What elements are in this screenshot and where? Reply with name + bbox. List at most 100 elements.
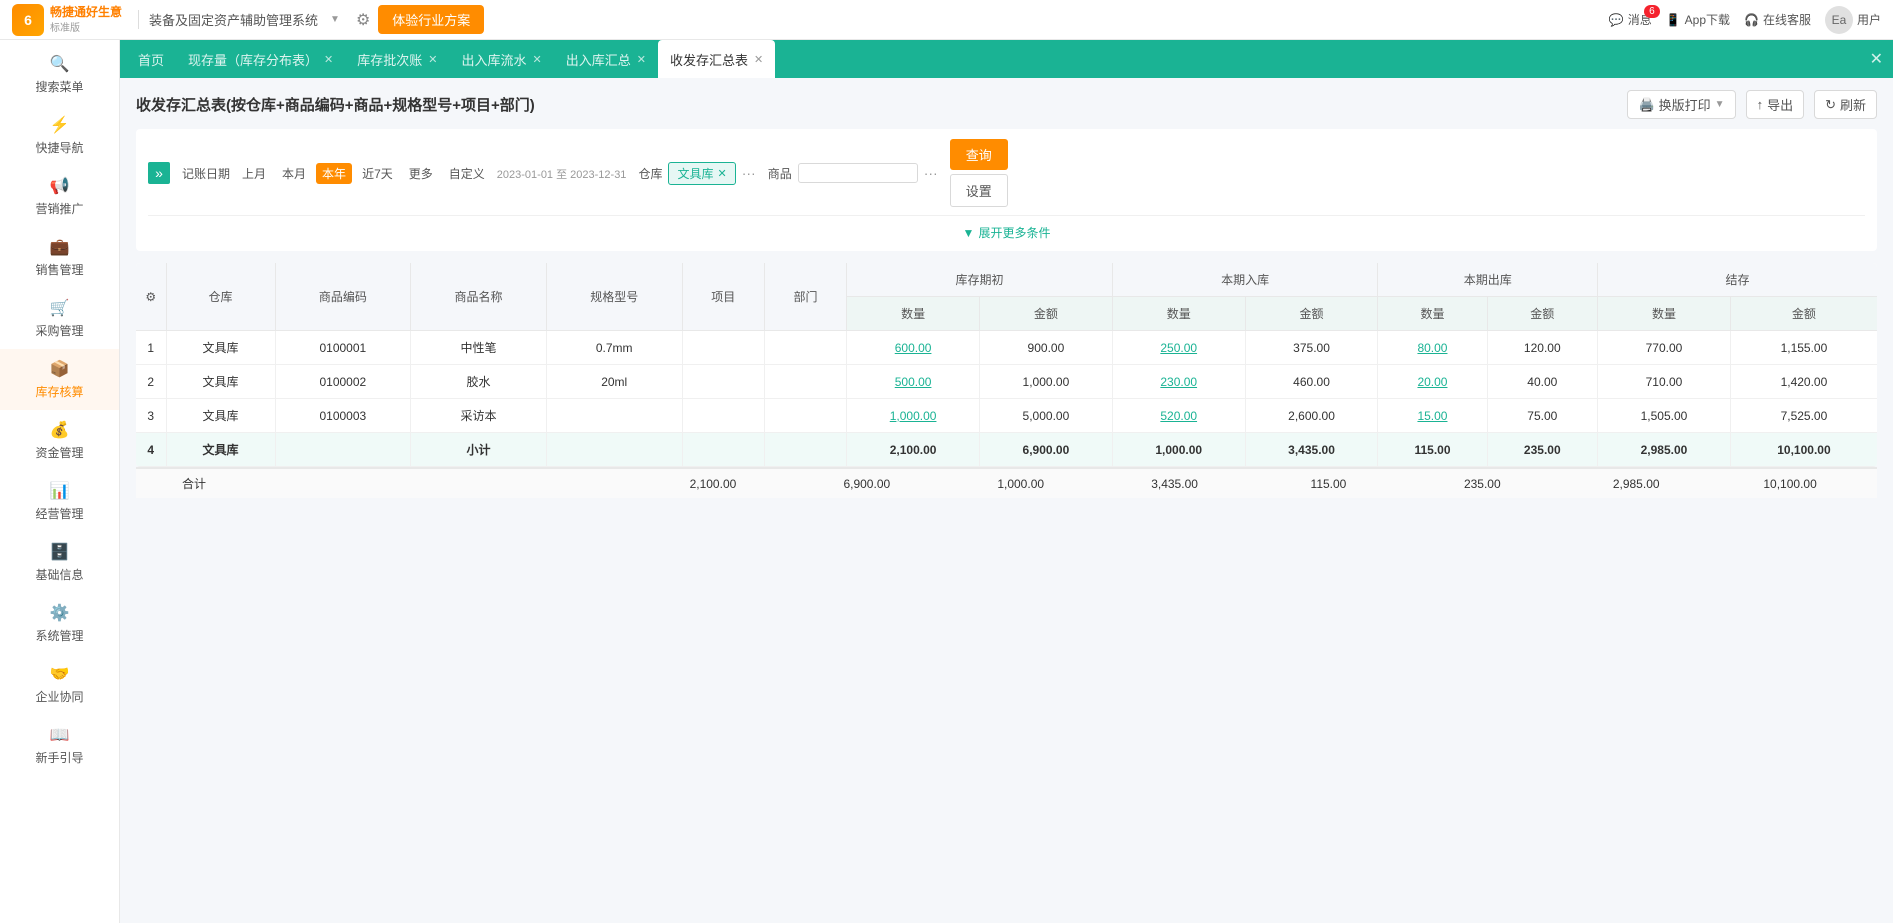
tab-bar-close-icon[interactable]: ✕: [1870, 49, 1883, 69]
row-in-qty[interactable]: 250.00: [1112, 331, 1245, 365]
warehouse-label: 仓库: [638, 165, 662, 182]
row-closing-qty: 1,505.00: [1598, 399, 1731, 433]
goods-input[interactable]: [798, 163, 918, 183]
sidebar-item-guide[interactable]: 📖 新手引导: [0, 715, 119, 776]
sidebar-item-basics[interactable]: 🗄️ 基础信息: [0, 532, 119, 593]
table-row: 4文具库小计2,100.006,900.001,000.003,435.0011…: [136, 433, 1877, 467]
tab-home[interactable]: 首页: [126, 40, 176, 78]
row-opening-qty-link[interactable]: 600.00: [895, 341, 932, 355]
page-content: 收发存汇总表(按仓库+商品编码+商品+规格型号+项目+部门) 🖨️ 换版打印 ▼…: [120, 78, 1893, 923]
sidebar-item-collab[interactable]: 🤝 企业协同: [0, 654, 119, 715]
date-btn-custom[interactable]: 自定义: [443, 163, 491, 184]
row-name: 采访本: [411, 399, 547, 433]
row-opening-qty-link[interactable]: 500.00: [895, 375, 932, 389]
export-button[interactable]: ↑ 导出: [1746, 90, 1805, 119]
tab-close-summary[interactable]: ✕: [637, 53, 646, 66]
system-dropdown-icon[interactable]: ▼: [330, 14, 340, 25]
print-button[interactable]: 🖨️ 换版打印 ▼: [1627, 90, 1735, 119]
date-range: 2023-01-01 至 2023-12-31: [497, 166, 627, 182]
sidebar-item-marketing[interactable]: 📢 营销推广: [0, 166, 119, 227]
warehouse-ellipsis[interactable]: ···: [742, 165, 756, 181]
export-icon: ↑: [1757, 97, 1764, 112]
row-opening-amt: 5,000.00: [980, 399, 1113, 433]
date-btn-this-year[interactable]: 本年: [316, 163, 352, 184]
messages-button[interactable]: 💬 消息 6: [1609, 11, 1652, 28]
row-opening-qty-link[interactable]: 1,000.00: [890, 409, 937, 423]
row-out-qty[interactable]: 80.00: [1378, 331, 1487, 365]
sidebar-item-purchase[interactable]: 🛒 采购管理: [0, 288, 119, 349]
row-name: 小计: [411, 433, 547, 467]
row-in-qty-link[interactable]: 250.00: [1160, 341, 1197, 355]
online-service-button[interactable]: 🎧 在线客服: [1744, 11, 1811, 28]
row-out-qty-link[interactable]: 20.00: [1417, 375, 1447, 389]
filter-expand-button[interactable]: »: [148, 162, 170, 184]
row-in-qty[interactable]: 230.00: [1112, 365, 1245, 399]
sidebar-label-inventory: 库存核算: [35, 383, 83, 400]
top-bar-right: 💬 消息 6 📱 App下载 🎧 在线客服 Ea 用户: [1609, 6, 1881, 34]
row-in-qty[interactable]: 1,000.00: [1112, 433, 1245, 467]
tab-flow[interactable]: 出入库流水 ✕: [449, 40, 553, 78]
expand-more-button[interactable]: ▼ 展开更多条件: [148, 224, 1865, 241]
total-in-qty: 1,000.00: [944, 477, 1098, 491]
sidebar-item-inventory[interactable]: 📦 库存核算: [0, 349, 119, 410]
tab-close-flow[interactable]: ✕: [533, 53, 542, 66]
settings-icon[interactable]: ⚙: [356, 10, 370, 30]
row-in-amt: 3,435.00: [1245, 433, 1378, 467]
sidebar-label-collab: 企业协同: [35, 688, 83, 705]
filter-area: » 记账日期 上月 本月 本年 近7天 更多 自定义 2023-0: [136, 129, 1877, 251]
warehouse-tag-close[interactable]: ✕: [717, 167, 726, 180]
tab-rfs[interactable]: 收发存汇总表 ✕: [658, 40, 775, 78]
filter-row: » 记账日期 上月 本月 本年 近7天 更多 自定义 2023-0: [148, 139, 1865, 207]
app-download-button[interactable]: 📱 App下载: [1666, 11, 1730, 28]
data-table: ⚙ 仓库 商品编码 商品名称 规格型号 项目 部门 库存期初 本期入库 本期出: [136, 263, 1877, 467]
sidebar-item-search[interactable]: 🔍 搜索菜单: [0, 44, 119, 105]
logo-text: 畅捷通好生意: [50, 5, 122, 19]
settings-gear-icon[interactable]: ⚙: [145, 290, 156, 304]
row-out-qty[interactable]: 20.00: [1378, 365, 1487, 399]
row-opening-qty[interactable]: 2,100.00: [847, 433, 980, 467]
row-opening-qty[interactable]: 600.00: [847, 331, 980, 365]
row-in-qty[interactable]: 520.00: [1112, 399, 1245, 433]
table-body: 1文具库0100001中性笔0.7mm600.00900.00250.00375…: [136, 331, 1877, 467]
date-btn-7days[interactable]: 近7天: [356, 163, 399, 184]
sidebar-item-system[interactable]: ⚙️ 系统管理: [0, 593, 119, 654]
tab-close-stock-dist[interactable]: ✕: [324, 53, 333, 66]
table-row: 1文具库0100001中性笔0.7mm600.00900.00250.00375…: [136, 331, 1877, 365]
settings-button[interactable]: 设置: [950, 174, 1008, 207]
tab-bar: 首页 现存量（库存分布表） ✕ 库存批次账 ✕ 出入库流水 ✕ 出入库汇总 ✕: [120, 40, 1893, 78]
date-btn-more[interactable]: 更多: [403, 163, 439, 184]
goods-ellipsis[interactable]: ···: [924, 165, 938, 181]
row-out-qty-link[interactable]: 80.00: [1417, 341, 1447, 355]
goods-search-input[interactable]: [807, 166, 907, 180]
table-header-row-1: ⚙ 仓库 商品编码 商品名称 规格型号 项目 部门 库存期初 本期入库 本期出: [136, 263, 1877, 297]
sidebar-label-basics: 基础信息: [35, 566, 83, 583]
row-spec: 20ml: [546, 365, 682, 399]
tab-close-batch[interactable]: ✕: [428, 53, 437, 66]
sidebar-item-operations[interactable]: 📊 经营管理: [0, 471, 119, 532]
print-dropdown-icon[interactable]: ▼: [1715, 99, 1725, 110]
row-out-qty[interactable]: 115.00: [1378, 433, 1487, 467]
trial-button[interactable]: 体验行业方案: [378, 5, 484, 34]
query-button[interactable]: 查询: [950, 139, 1008, 170]
page-header: 收发存汇总表(按仓库+商品编码+商品+规格型号+项目+部门) 🖨️ 换版打印 ▼…: [136, 90, 1877, 119]
tab-batch[interactable]: 库存批次账 ✕: [345, 40, 449, 78]
logo-icon: 6: [12, 4, 44, 36]
row-opening-qty[interactable]: 1,000.00: [847, 399, 980, 433]
tab-summary[interactable]: 出入库汇总 ✕: [554, 40, 658, 78]
date-btn-this-month[interactable]: 本月: [276, 163, 312, 184]
row-in-qty-link[interactable]: 520.00: [1160, 409, 1197, 423]
row-opening-qty[interactable]: 500.00: [847, 365, 980, 399]
sidebar-item-sales[interactable]: 💼 销售管理: [0, 227, 119, 288]
col-closing-header: 结存: [1598, 263, 1877, 297]
row-in-qty-link[interactable]: 230.00: [1160, 375, 1197, 389]
tab-stock-dist[interactable]: 现存量（库存分布表） ✕: [176, 40, 345, 78]
row-out-qty-link[interactable]: 15.00: [1417, 409, 1447, 423]
refresh-button[interactable]: ↻ 刷新: [1814, 90, 1877, 119]
tab-close-rfs[interactable]: ✕: [754, 53, 763, 66]
user-menu[interactable]: Ea 用户: [1825, 6, 1881, 34]
date-btn-last-month[interactable]: 上月: [236, 163, 272, 184]
row-out-qty[interactable]: 15.00: [1378, 399, 1487, 433]
sidebar-item-quicknav[interactable]: ⚡ 快捷导航: [0, 105, 119, 166]
col-settings-header[interactable]: ⚙: [136, 263, 166, 331]
sidebar-item-finance[interactable]: 💰 资金管理: [0, 410, 119, 471]
